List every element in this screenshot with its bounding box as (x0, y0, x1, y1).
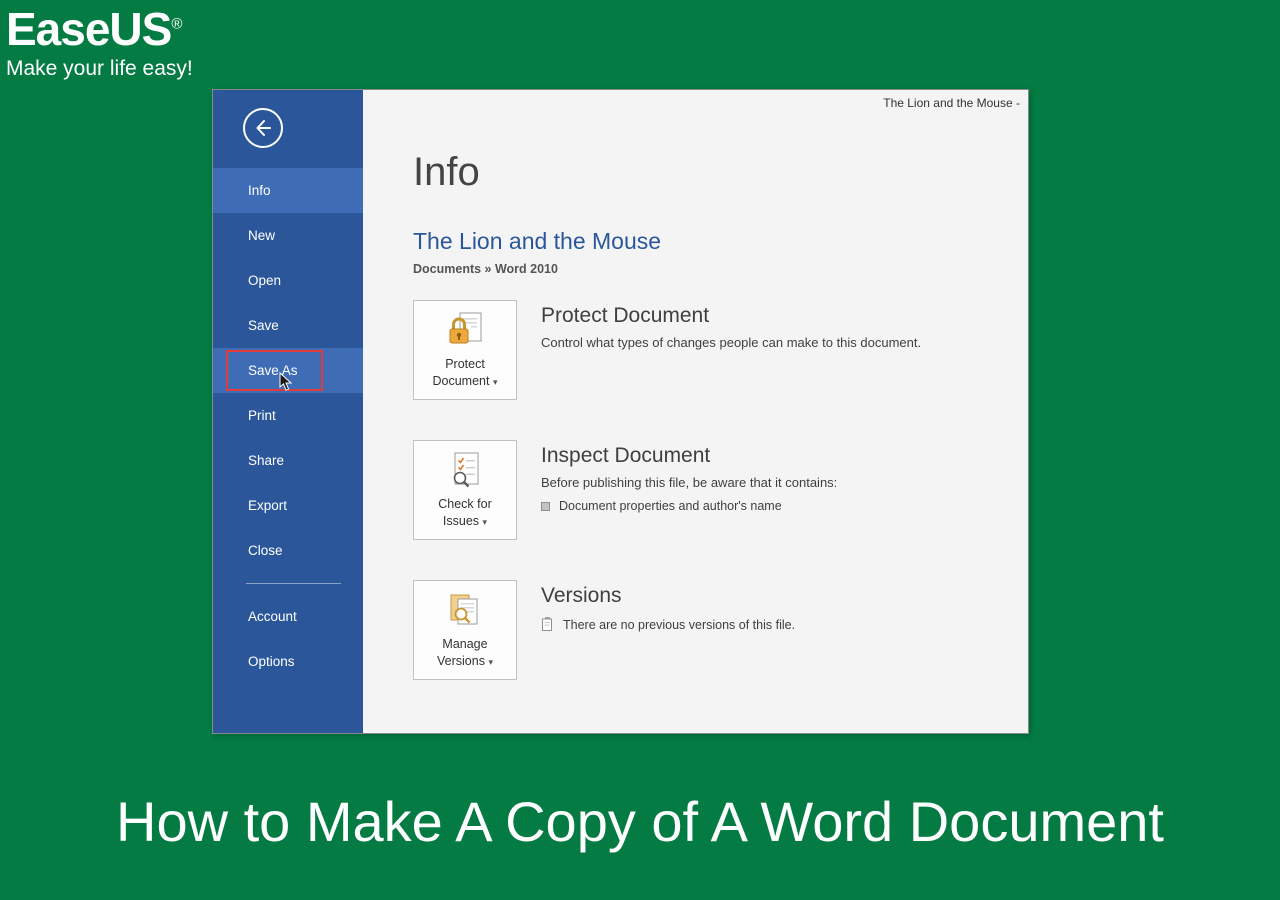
sidebar-item-label: Info (248, 183, 271, 198)
protect-document-button-label: Protect Document ▾ (432, 357, 498, 388)
back-button[interactable] (243, 108, 283, 148)
inspect-document-text: Inspect Document Before publishing this … (541, 440, 837, 513)
sidebar-item-info[interactable]: Info (213, 168, 363, 213)
section-heading: Versions (541, 584, 622, 607)
sidebar-item-export[interactable]: Export (213, 483, 363, 528)
sidebar-item-label: Print (248, 408, 276, 423)
protect-document-section: Protect Document ▾ Protect Document Cont… (413, 300, 1028, 400)
sidebar-item-label: Share (248, 453, 285, 468)
sidebar-item-label: Save As (248, 363, 298, 378)
sidebar-item-close[interactable]: Close (213, 528, 363, 573)
inspect-bullet-text: Document properties and author's name (559, 499, 782, 513)
sidebar-item-label: Account (248, 609, 297, 624)
protect-document-button[interactable]: Protect Document ▾ (413, 300, 517, 400)
dropdown-caret-icon: ▾ (482, 517, 488, 527)
sidebar-item-label: Options (248, 654, 295, 669)
section-description: Before publishing this file, be aware th… (541, 475, 838, 490)
page-background: EaseUS® Make your life easy! The Lion an… (0, 0, 1280, 900)
check-for-issues-button-label: Check for Issues ▾ (438, 497, 492, 528)
sidebar-item-share[interactable]: Share (213, 438, 363, 483)
section-description: Control what types of changes people can… (541, 335, 922, 350)
dropdown-caret-icon: ▾ (492, 377, 498, 387)
protect-document-text: Protect Document Control what types of c… (541, 300, 921, 350)
word-backstage-window: The Lion and the Mouse - Info New Open S… (213, 90, 1028, 733)
manage-versions-button-label: Manage Versions ▾ (437, 637, 493, 668)
brand-tagline: Make your life easy! (6, 56, 193, 80)
breadcrumb: Documents » Word 2010 (413, 262, 558, 276)
manage-versions-button[interactable]: Manage Versions ▾ (413, 580, 517, 680)
sidebar-item-label: Close (248, 543, 283, 558)
check-for-issues-icon (453, 452, 479, 488)
list-bullet-icon (541, 501, 550, 511)
dropdown-caret-icon: ▾ (488, 657, 493, 667)
easeus-logo: EaseUS® (6, 4, 193, 55)
inspect-document-section: Check for Issues ▾ Inspect Document Befo… (413, 440, 1028, 540)
sidebar-item-save-as[interactable]: Save As (213, 348, 363, 393)
sidebar-item-print[interactable]: Print (213, 393, 363, 438)
section-heading: Protect Document (541, 304, 710, 327)
manage-versions-icon (450, 594, 478, 625)
versions-bullet-text: There are no previous versions of this f… (563, 617, 796, 632)
backstage-nav: Info New Open Save Save As Print Share E… (213, 90, 363, 684)
backstage-sidebar: Info New Open Save Save As Print Share E… (213, 90, 363, 733)
registered-mark: ® (171, 15, 183, 33)
inspect-bullet-row: Document properties and author's name (541, 499, 837, 513)
sidebar-divider (246, 583, 341, 584)
logo-text: EaseUS (6, 3, 172, 55)
sidebar-item-label: Export (248, 498, 288, 513)
sidebar-item-label: Open (248, 273, 282, 288)
sidebar-item-label: New (248, 228, 276, 243)
sidebar-item-account[interactable]: Account (213, 594, 363, 639)
sidebar-item-new[interactable]: New (213, 213, 363, 258)
page-title: Info (413, 150, 480, 194)
versions-text: Versions There are no previous versions … (541, 580, 795, 632)
brand-block: EaseUS® Make your life easy! (6, 4, 193, 81)
sidebar-item-label: Save (248, 318, 279, 333)
check-for-issues-button[interactable]: Check for Issues ▾ (413, 440, 517, 540)
back-arrow-icon (256, 120, 271, 136)
sidebar-item-open[interactable]: Open (213, 258, 363, 303)
section-heading: Inspect Document (541, 444, 711, 467)
versions-section: Manage Versions ▾ Versions There are no (413, 580, 1028, 680)
version-file-icon (542, 617, 552, 631)
backstage-main: Info The Lion and the Mouse Documents » … (363, 90, 1028, 733)
sidebar-item-options[interactable]: Options (213, 639, 363, 684)
protect-document-icon (449, 312, 482, 344)
sidebar-item-save[interactable]: Save (213, 303, 363, 348)
video-caption: How to Make A Copy of A Word Document (116, 790, 1164, 853)
document-title: The Lion and the Mouse (413, 228, 662, 254)
versions-bullet-row: There are no previous versions of this f… (541, 617, 795, 632)
